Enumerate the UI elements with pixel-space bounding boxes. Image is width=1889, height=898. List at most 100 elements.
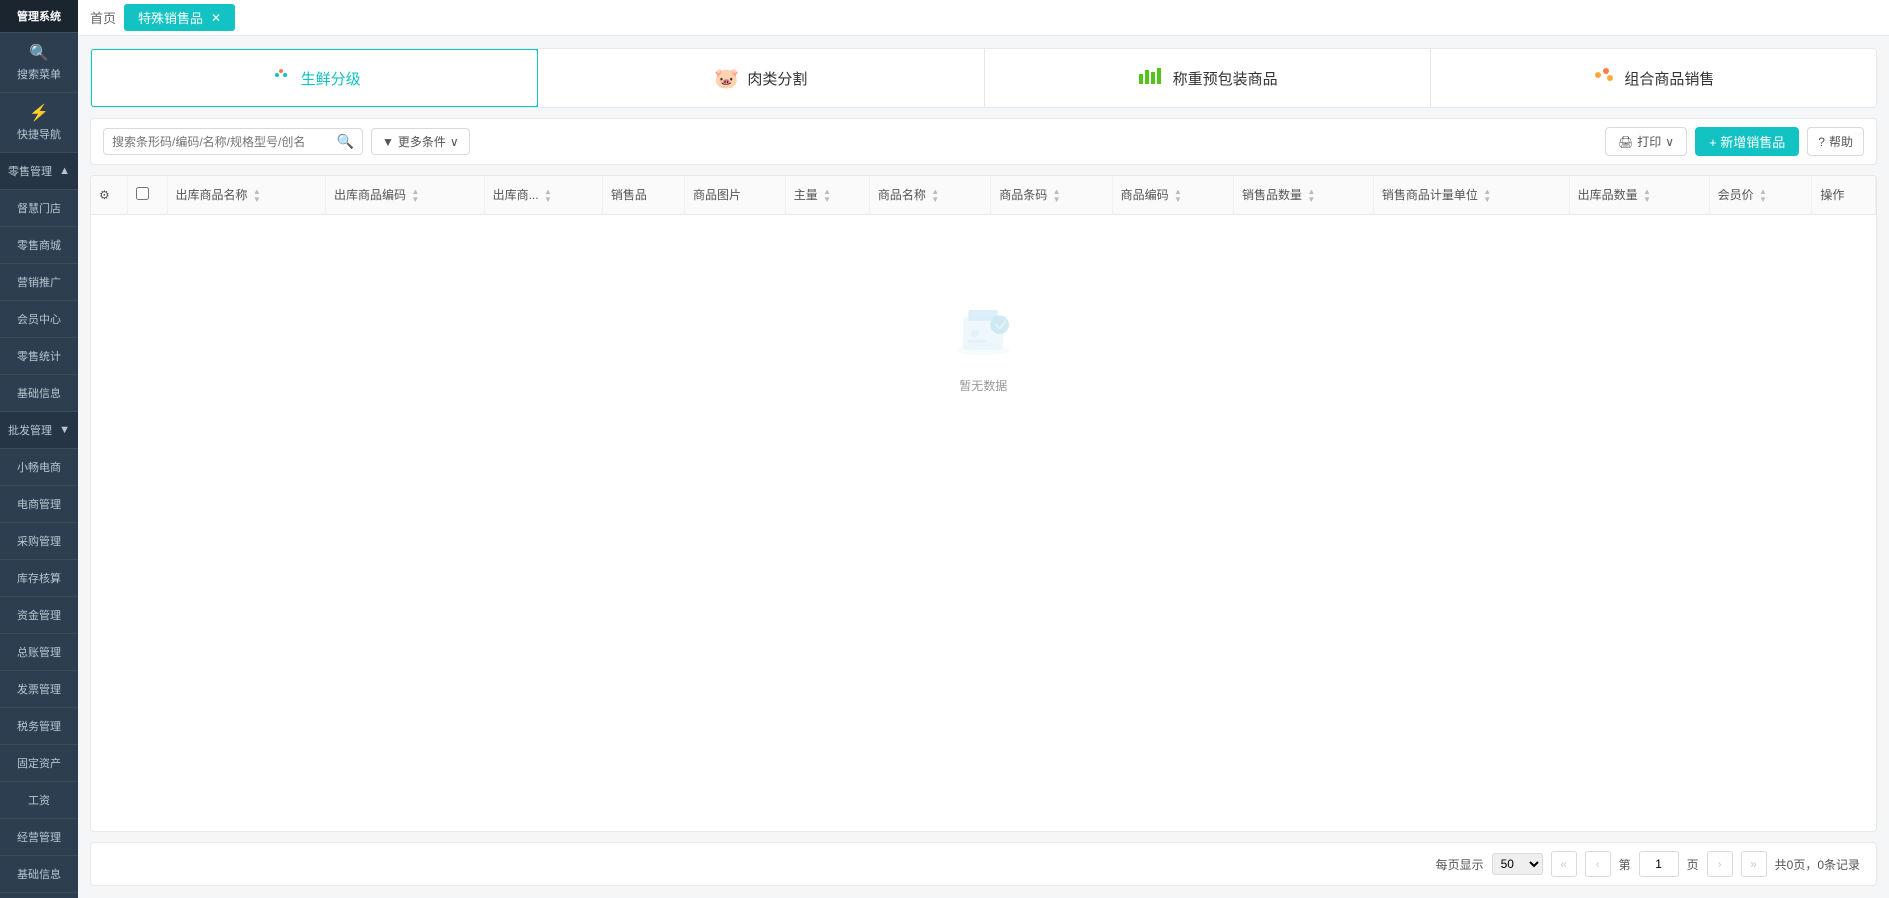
th-out-name[interactable]: 出库商品名称 ▲▼ — [167, 176, 326, 214]
print-icon: 🖨 — [1618, 135, 1633, 149]
sidebar-item-member[interactable]: 会员中心 — [0, 301, 78, 338]
filter-chevron-icon: ∨ — [450, 135, 459, 149]
page-content: 生鲜分级 🐷 肉类分割 称重预包装商品 — [78, 36, 1889, 898]
sidebar-item-store[interactable]: 督慧门店 — [0, 190, 78, 227]
filter-label: 更多条件 — [398, 133, 446, 150]
search-icon: 🔍 — [337, 133, 354, 150]
per-page-select[interactable]: 50 10 20 100 — [1492, 853, 1543, 875]
cat-tab-combo[interactable]: 组合商品销售 — [1431, 49, 1876, 107]
cat-tab-weigh[interactable]: 称重预包装商品 — [985, 49, 1431, 107]
cat-tab-meat-label: 肉类分割 — [747, 68, 807, 89]
sort-icon-5: ▲▼ — [931, 188, 939, 204]
page-input[interactable] — [1639, 851, 1679, 877]
th-out-qty[interactable]: 出库品数量 ▲▼ — [1569, 176, 1709, 214]
cat-tab-weigh-label: 称重预包装商品 — [1173, 68, 1278, 89]
toolbar: 🔍 ▼ 更多条件 ∨ 🖨 打印 ∨ + 新增销售品 ? — [90, 118, 1877, 165]
meat-icon: 🐷 — [714, 66, 739, 91]
toolbar-right: 🖨 打印 ∨ + 新增销售品 ? 帮助 — [1605, 127, 1864, 156]
help-icon: ? — [1818, 135, 1825, 149]
top-bar: 首页 特殊销售品 ✕ — [78, 0, 1889, 36]
sort-icon-9: ▲▼ — [1483, 188, 1491, 204]
sidebar-item-quick-nav[interactable]: ⚡ 快捷导航 — [0, 93, 78, 153]
empty-text: 暂无数据 — [959, 377, 1007, 394]
sort-icon-3: ▲▼ — [544, 188, 552, 204]
sidebar-item-marketing[interactable]: 营销推广 — [0, 264, 78, 301]
tab-label: 特殊销售品 — [138, 8, 203, 27]
help-button[interactable]: ? 帮助 — [1807, 127, 1864, 156]
per-page-label: 每页显示 — [1436, 856, 1484, 873]
next-page-button[interactable]: › — [1707, 851, 1733, 877]
close-tab-icon[interactable]: ✕ — [211, 11, 221, 25]
sidebar-item-purchase[interactable]: 采购管理 — [0, 523, 78, 560]
search-input[interactable] — [112, 135, 333, 149]
sidebar-item-base-info2[interactable]: 基础信息 — [0, 856, 78, 893]
th-settings[interactable]: ⚙ — [91, 176, 127, 214]
sidebar-item-wholesale[interactable]: 批发管理 ▼ — [0, 412, 78, 449]
sidebar-item-inventory[interactable]: 库存核算 — [0, 560, 78, 597]
th-member-price[interactable]: 会员价 ▲▼ — [1709, 176, 1812, 214]
sort-icon-11: ▲▼ — [1759, 188, 1767, 204]
sort-icon-6: ▲▼ — [1053, 188, 1061, 204]
th-out-spec[interactable]: 出库商... ▲▼ — [484, 176, 602, 214]
last-page-button[interactable]: » — [1741, 851, 1767, 877]
help-label: 帮助 — [1829, 133, 1853, 150]
page-label-before: 第 — [1619, 856, 1631, 873]
sidebar-item-system[interactable]: 系统管理 — [0, 893, 78, 898]
th-out-code[interactable]: 出库商品编码 ▲▼ — [326, 176, 485, 214]
add-button[interactable]: + 新增销售品 — [1695, 127, 1799, 156]
arrow-down-icon-2: ▼ — [59, 424, 70, 436]
settings-col-icon: ⚙ — [99, 188, 110, 202]
sidebar-item-operations[interactable]: 经营管理 — [0, 819, 78, 856]
th-sale-qty[interactable]: 销售品数量 ▲▼ — [1233, 176, 1373, 214]
empty-state: 暂无数据 — [91, 215, 1876, 474]
sidebar-item-mall[interactable]: 零售商城 — [0, 227, 78, 264]
pagination-bar: 每页显示 50 10 20 100 « ‹ 第 页 › » 共0页，0条记录 — [90, 842, 1877, 886]
cat-tab-fresh[interactable]: 生鲜分级 — [90, 48, 539, 108]
th-product-name[interactable]: 商品名称 ▲▼ — [869, 176, 990, 214]
fresh-icon — [269, 64, 293, 92]
sidebar-item-tax[interactable]: 税务管理 — [0, 708, 78, 745]
search-box[interactable]: 🔍 — [103, 128, 363, 155]
sidebar-item-retail[interactable]: 零售管理 ▲ — [0, 153, 78, 190]
search-menu-icon: 🔍 — [29, 43, 49, 63]
th-sale-unit[interactable]: 销售商品计量单位 ▲▼ — [1373, 176, 1569, 214]
th-barcode[interactable]: 商品条码 ▲▼ — [991, 176, 1112, 214]
combo-icon — [1592, 64, 1616, 92]
cat-tab-meat[interactable]: 🐷 肉类分割 — [538, 49, 984, 107]
sidebar-item-salary[interactable]: 工资 — [0, 782, 78, 819]
sidebar-item-finance[interactable]: 资金管理 — [0, 597, 78, 634]
prev-page-button[interactable]: ‹ — [1585, 851, 1611, 877]
sidebar-item-base-info[interactable]: 基础信息 — [0, 375, 78, 412]
select-all-checkbox[interactable] — [136, 187, 149, 200]
sidebar-item-search[interactable]: 🔍 搜索菜单 — [0, 33, 78, 93]
sort-icon-4: ▲▼ — [823, 188, 831, 204]
category-tabs: 生鲜分级 🐷 肉类分割 称重预包装商品 — [90, 48, 1877, 108]
empty-illustration — [943, 295, 1023, 365]
th-image: 商品图片 — [685, 176, 786, 214]
print-chevron-icon: ∨ — [1665, 135, 1674, 149]
th-checkbox[interactable] — [127, 176, 167, 214]
sidebar: 管理系统 🔍 搜索菜单 ⚡ 快捷导航 零售管理 ▲ 督慧门店 零售商城 营销推广… — [0, 0, 78, 898]
table-container: ⚙ 出库商品名称 ▲▼ 出库商品编码 ▲▼ — [90, 175, 1877, 832]
quick-nav-icon: ⚡ — [29, 103, 49, 123]
page-label-after: 页 — [1687, 856, 1699, 873]
sort-icon-7: ▲▼ — [1174, 188, 1182, 204]
sidebar-item-ecom-mgmt[interactable]: 电商管理 — [0, 486, 78, 523]
total-label: 共0页，0条记录 — [1775, 856, 1860, 873]
sidebar-item-assets[interactable]: 固定资产 — [0, 745, 78, 782]
th-weight[interactable]: 主量 ▲▼ — [785, 176, 869, 214]
active-tab[interactable]: 特殊销售品 ✕ — [124, 4, 235, 31]
th-action: 操作 — [1812, 176, 1876, 214]
sort-icon-8: ▲▼ — [1307, 188, 1315, 204]
sidebar-item-retail-stats[interactable]: 零售统计 — [0, 338, 78, 375]
first-page-button[interactable]: « — [1551, 851, 1577, 877]
add-label: + 新增销售品 — [1709, 132, 1785, 151]
home-link[interactable]: 首页 — [90, 8, 116, 27]
sidebar-item-ledger[interactable]: 总账管理 — [0, 634, 78, 671]
filter-button[interactable]: ▼ 更多条件 ∨ — [371, 128, 470, 155]
th-product-code[interactable]: 商品编码 ▲▼ — [1112, 176, 1233, 214]
print-button[interactable]: 🖨 打印 ∨ — [1605, 127, 1687, 156]
sidebar-item-ecommerce[interactable]: 小畅电商 — [0, 449, 78, 486]
sidebar-item-invoice[interactable]: 发票管理 — [0, 671, 78, 708]
cat-tab-fresh-label: 生鲜分级 — [301, 68, 361, 89]
